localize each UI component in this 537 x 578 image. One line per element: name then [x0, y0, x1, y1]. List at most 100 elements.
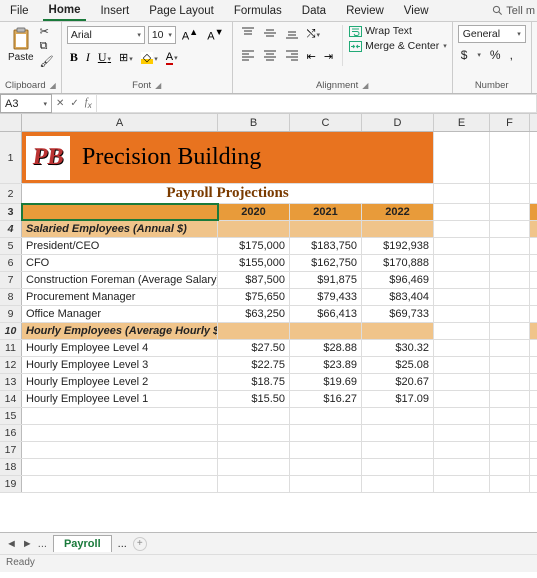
sheet-nav-dots[interactable]: ... [118, 538, 127, 550]
dialog-launcher-icon[interactable]: ◢ [155, 81, 161, 90]
cell[interactable]: $66,413 [290, 306, 362, 322]
row-header[interactable]: 10 [0, 323, 22, 339]
cell[interactable] [362, 221, 434, 237]
col-header-D[interactable]: D [362, 114, 434, 131]
tell-me[interactable]: Tell m [492, 5, 537, 17]
paste-button[interactable]: Paste [5, 25, 37, 68]
cell[interactable] [434, 357, 490, 373]
cell[interactable]: $63,250 [218, 306, 290, 322]
cell[interactable] [490, 425, 530, 441]
cell[interactable] [490, 238, 530, 254]
tab-data[interactable]: Data [296, 2, 332, 20]
cell[interactable]: $162,750 [290, 255, 362, 271]
underline-button[interactable]: U▾ [95, 48, 114, 67]
cell[interactable] [490, 306, 530, 322]
cell[interactable] [490, 204, 530, 220]
cell[interactable] [490, 323, 530, 339]
cell[interactable] [434, 221, 490, 237]
cell[interactable]: $28.88 [290, 340, 362, 356]
company-banner[interactable]: PB Precision Building [22, 132, 434, 183]
sheet-tab-payroll[interactable]: Payroll [53, 535, 112, 552]
cell[interactable]: CFO [22, 255, 218, 271]
cell[interactable] [362, 408, 434, 424]
cell[interactable] [490, 476, 530, 492]
cell[interactable] [218, 425, 290, 441]
cell[interactable] [290, 323, 362, 339]
cell[interactable]: $192,938 [362, 238, 434, 254]
cell[interactable] [290, 442, 362, 458]
subtitle-cell[interactable]: Payroll Projections [22, 184, 434, 203]
cell[interactable] [434, 306, 490, 322]
cell[interactable]: 2022 [362, 204, 434, 220]
col-header-A[interactable]: A [22, 114, 218, 131]
cell[interactable] [434, 323, 490, 339]
cell[interactable] [490, 459, 530, 475]
cell[interactable] [290, 408, 362, 424]
cell[interactable] [22, 459, 218, 475]
italic-button[interactable]: I [83, 48, 93, 67]
formula-input[interactable] [97, 94, 537, 113]
cell[interactable] [490, 221, 530, 237]
row-header[interactable]: 19 [0, 476, 22, 492]
cancel-formula-icon[interactable]: ✕ [56, 98, 64, 109]
number-format-select[interactable]: General▾ [458, 25, 526, 43]
sheet-nav-dots[interactable]: ... [38, 538, 47, 550]
cell[interactable]: Hourly Employee Level 1 [22, 391, 218, 407]
cell[interactable] [434, 374, 490, 390]
cell[interactable] [434, 425, 490, 441]
cell[interactable]: $17.09 [362, 391, 434, 407]
tab-page-layout[interactable]: Page Layout [143, 2, 220, 20]
cell[interactable]: $175,000 [218, 238, 290, 254]
percent-button[interactable]: % [487, 47, 504, 63]
dialog-launcher-icon[interactable]: ◢ [50, 81, 56, 90]
cell[interactable] [434, 476, 490, 492]
cell[interactable] [490, 272, 530, 288]
cell[interactable] [490, 442, 530, 458]
tab-review[interactable]: Review [340, 2, 390, 20]
cell[interactable]: $25.08 [362, 357, 434, 373]
cell[interactable]: $183,750 [290, 238, 362, 254]
cell[interactable] [22, 425, 218, 441]
merge-center-button[interactable]: Merge & Center▾ [349, 40, 447, 52]
increase-font-button[interactable]: A▲ [179, 25, 201, 45]
row-header[interactable]: 5 [0, 238, 22, 254]
row-header[interactable]: 12 [0, 357, 22, 373]
cell[interactable]: $91,875 [290, 272, 362, 288]
cut-icon[interactable]: ✂ [40, 25, 54, 38]
cell[interactable]: $75,650 [218, 289, 290, 305]
cell[interactable] [22, 442, 218, 458]
font-color-button[interactable]: A▾ [163, 49, 181, 65]
cell[interactable]: $69,733 [362, 306, 434, 322]
cell[interactable]: $15.50 [218, 391, 290, 407]
cell[interactable] [490, 132, 530, 183]
row-header[interactable]: 3 [0, 204, 22, 220]
align-middle-button[interactable] [260, 25, 280, 44]
cell[interactable] [218, 323, 290, 339]
select-all-corner[interactable] [0, 114, 22, 131]
tab-formulas[interactable]: Formulas [228, 2, 288, 20]
cell[interactable] [218, 476, 290, 492]
row-header[interactable]: 7 [0, 272, 22, 288]
font-name-select[interactable]: Arial▾ [67, 26, 145, 44]
tab-home[interactable]: Home [43, 1, 87, 21]
comma-button[interactable]: , [507, 47, 516, 63]
row-header[interactable]: 6 [0, 255, 22, 271]
align-right-button[interactable] [282, 47, 302, 66]
align-top-button[interactable] [238, 25, 258, 44]
row-header[interactable]: 17 [0, 442, 22, 458]
cell[interactable] [218, 442, 290, 458]
sheet-nav-next-icon[interactable]: ► [22, 538, 33, 550]
cell[interactable] [490, 340, 530, 356]
cell[interactable] [218, 221, 290, 237]
cell[interactable] [434, 255, 490, 271]
cell[interactable] [290, 459, 362, 475]
decrease-indent-button[interactable]: ⇤ [304, 48, 319, 65]
row-header[interactable]: 11 [0, 340, 22, 356]
cell[interactable] [362, 425, 434, 441]
cell[interactable] [290, 425, 362, 441]
increase-indent-button[interactable]: ⇥ [321, 48, 336, 65]
currency-button[interactable]: $ [458, 47, 471, 63]
format-painter-icon[interactable]: 🖌 [40, 55, 54, 68]
cell[interactable] [490, 374, 530, 390]
cell[interactable] [434, 238, 490, 254]
